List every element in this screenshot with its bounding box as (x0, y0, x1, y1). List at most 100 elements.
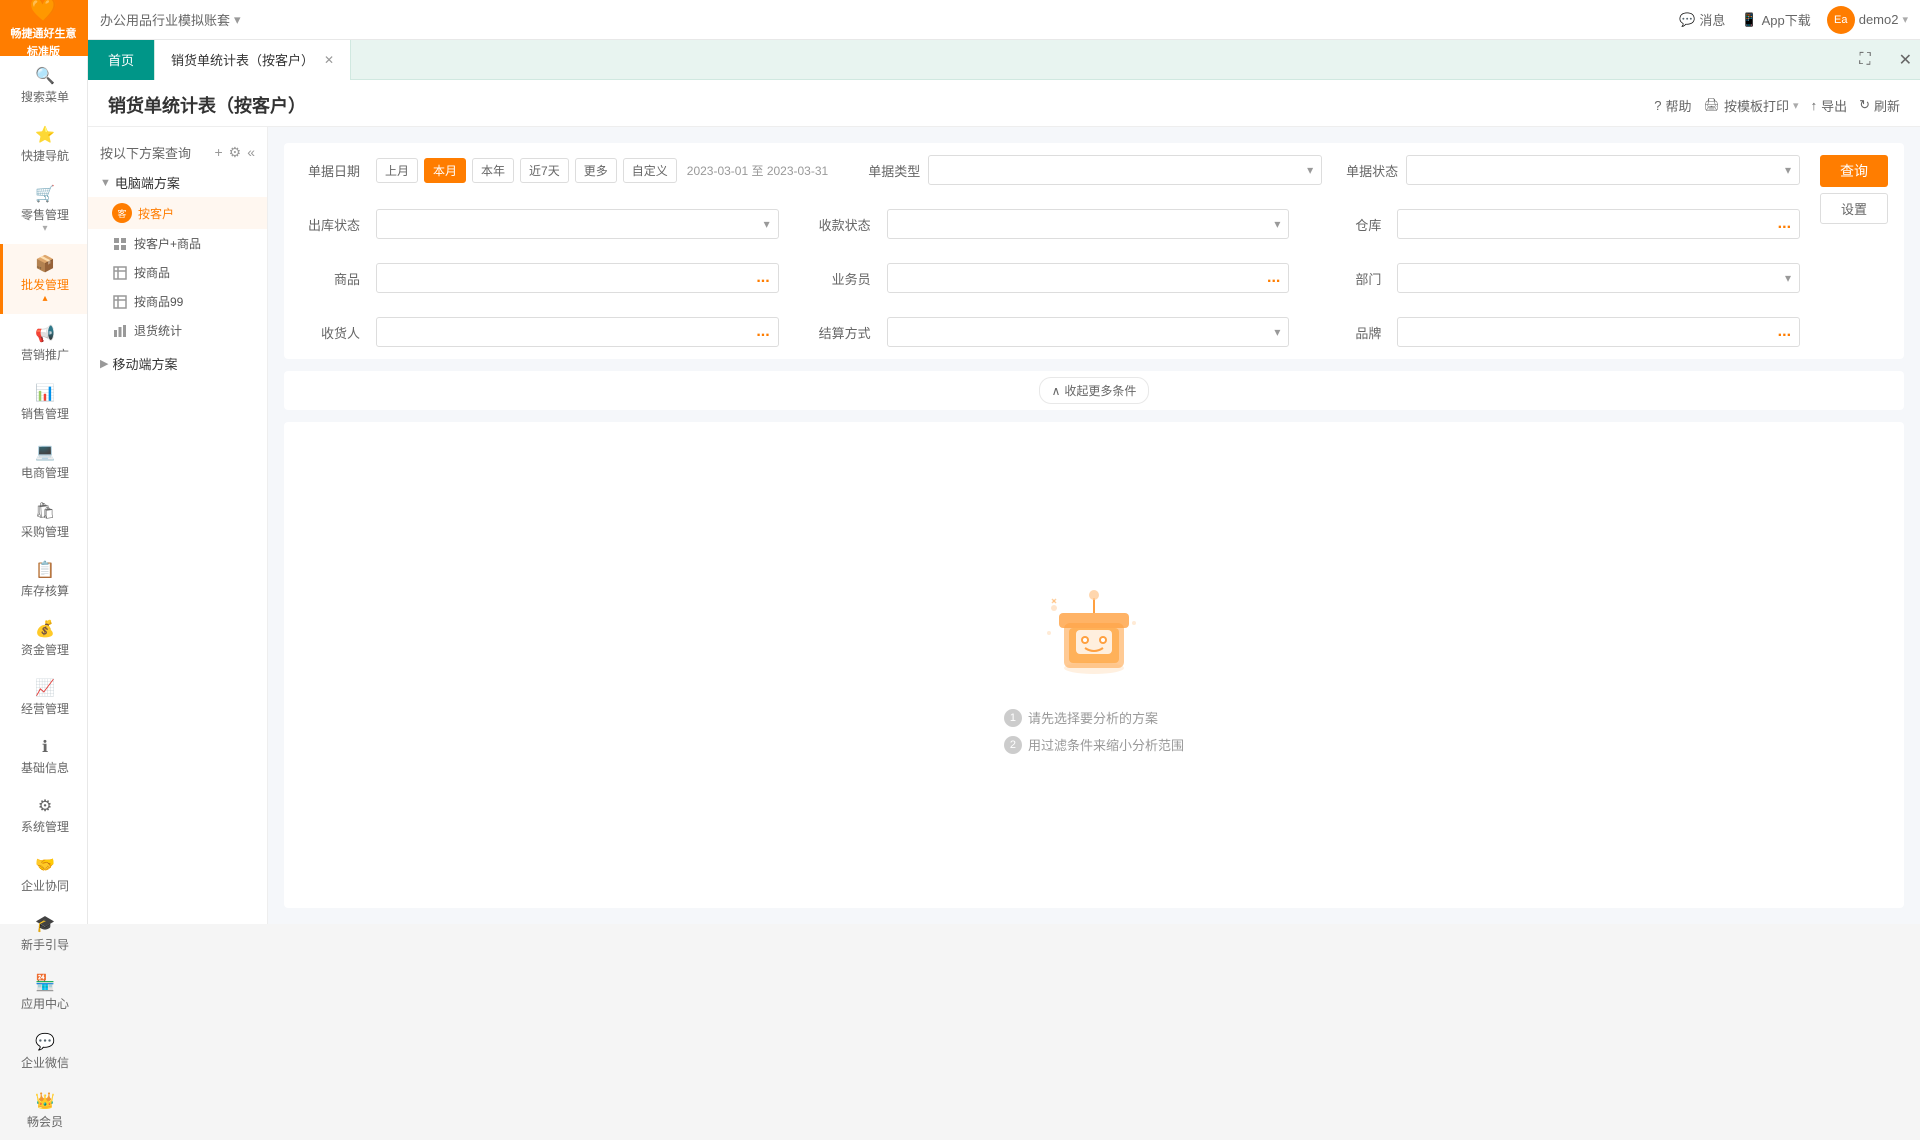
settings-scheme-button[interactable]: ⚙ (229, 144, 242, 161)
user-menu[interactable]: Ea demo2 ▾ (1827, 6, 1908, 34)
collapse-button[interactable]: ∧ 收起更多条件 (1039, 377, 1150, 404)
date-this-month[interactable]: 本月 (424, 158, 466, 183)
sidebar-item-search[interactable]: 🔍 搜索菜单 (0, 56, 87, 115)
out-status-select[interactable]: ▾ (376, 209, 779, 239)
chevron-up-icon: ▴ (7, 293, 83, 304)
collect-status-select[interactable]: ▾ (887, 209, 1290, 239)
sidebar-item-shortcut[interactable]: ⭐ 快捷导航 (0, 115, 87, 174)
help-button[interactable]: ? 帮助 (1654, 96, 1691, 115)
phone-icon: 📱 (1741, 12, 1757, 28)
salesperson-input[interactable]: ... (887, 263, 1290, 293)
date-last-7[interactable]: 近7天 (520, 158, 569, 183)
export-button[interactable]: ↑ 导出 (1811, 96, 1848, 115)
tab-home[interactable]: 首页 (88, 40, 155, 80)
date-this-year[interactable]: 本年 (472, 158, 514, 183)
print-icon: 🖨 (1704, 97, 1721, 113)
sidebar-item-wechat[interactable]: 💬 企业微信 (0, 1022, 87, 1081)
table2-icon (112, 294, 128, 310)
ecommerce-icon: 💻 (7, 442, 83, 462)
sidebar-item-label: 企业协同 (7, 877, 83, 894)
sidebar-item-label: 快捷导航 (7, 147, 83, 164)
recipient-input[interactable]: ... (376, 317, 779, 347)
filter-row-1: 单据日期 上月 本月 本年 近7天 更多 自定义 2023-03-01 至 20 (300, 155, 1800, 185)
account-name: 办公用品行业模拟账套 (100, 10, 230, 29)
goods-input[interactable]: ... (376, 263, 779, 293)
finance-icon: 💰 (7, 619, 83, 639)
message-icon: 💬 (1679, 12, 1695, 28)
sidebar-item-label: 批发管理 (7, 276, 83, 293)
sidebar-item-system[interactable]: ⚙ 系统管理 (0, 786, 87, 845)
sidebar-item-enterprise[interactable]: 🤝 企业协同 (0, 845, 87, 904)
query-button[interactable]: 查询 (1820, 155, 1888, 187)
tab-close-button[interactable]: ✕ (324, 53, 334, 67)
filter-area: 单据日期 上月 本月 本年 近7天 更多 自定义 2023-03-01 至 20 (284, 143, 1904, 359)
doc-type-select[interactable]: ▾ (928, 155, 1322, 185)
sidebar-item-newbie[interactable]: 🎓 新手引导 (0, 904, 87, 963)
sidebar-item-member[interactable]: 👑 畅会员 (0, 1081, 87, 1140)
collapse-row: ∧ 收起更多条件 (284, 371, 1904, 410)
tree-group-desktop-title[interactable]: ▼ 电脑端方案 (88, 168, 267, 197)
sidebar-item-retail[interactable]: 🛒 零售管理 ▾ (0, 174, 87, 244)
doc-status-select[interactable]: ▾ (1406, 155, 1800, 185)
sidebar-item-inventory[interactable]: 📋 库存核算 (0, 550, 87, 609)
wholesale-icon: 📦 (7, 254, 83, 274)
date-more[interactable]: 更多 (575, 158, 617, 183)
date-custom[interactable]: 自定义 (623, 158, 677, 183)
sidebar-item-ecommerce[interactable]: 💻 电商管理 (0, 432, 87, 491)
app-download-button[interactable]: 📱 App下载 (1741, 10, 1810, 29)
operations-icon: 📈 (7, 678, 83, 698)
chevron-down-icon: ▾ (7, 223, 83, 234)
sidebar-item-sales[interactable]: 📊 销售管理 (0, 373, 87, 432)
table-icon (112, 265, 128, 281)
filter-settings-button[interactable]: 设置 (1820, 193, 1888, 224)
sidebar-item-label: 采购管理 (7, 523, 83, 540)
sidebar-item-purchase[interactable]: 🛍 采购管理 (0, 491, 87, 550)
tree-item-by-customer[interactable]: 客 按客户 (88, 197, 267, 229)
wechat-icon: 💬 (7, 1032, 83, 1052)
logo-icon: 🧡 (30, 0, 57, 23)
page-header: 销货单统计表（按客户） ? 帮助 🖨 按模板打印 ▾ ↑ 导出 ↻ 刷新 (88, 80, 1920, 127)
avatar: Ea (1827, 6, 1855, 34)
sidebar-item-appstore[interactable]: 🏪 应用中心 (0, 963, 87, 1022)
system-icon: ⚙ (7, 796, 83, 816)
tree-item-return-stats[interactable]: 退货统计 (88, 316, 267, 345)
sidebar-item-wholesale[interactable]: 📦 批发管理 ▴ (0, 244, 87, 314)
sidebar-item-basic[interactable]: ℹ 基础信息 (0, 727, 87, 786)
tab-sales-stats[interactable]: 销货单统计表（按客户） ✕ (155, 40, 351, 80)
sidebar-item-operations[interactable]: 📈 经营管理 (0, 668, 87, 727)
chevron-down-icon: ▾ (1274, 325, 1280, 339)
chevron-down-icon: ▾ (1307, 163, 1313, 177)
member-icon: 👑 (7, 1091, 83, 1111)
print-button[interactable]: 🖨 按模板打印 ▾ (1704, 96, 1799, 115)
window-close-button[interactable]: ✕ (1891, 50, 1920, 70)
appstore-icon: 🏪 (7, 973, 83, 993)
sidebar-item-label: 销售管理 (7, 405, 83, 422)
message-button[interactable]: 💬 消息 (1679, 10, 1725, 29)
brand-input[interactable]: ... (1397, 317, 1800, 347)
date-last-month[interactable]: 上月 (376, 158, 418, 183)
tree-item-by-goods[interactable]: 按商品 (88, 258, 267, 287)
tree-item-by-goods-99[interactable]: 按商品99 (88, 287, 267, 316)
account-selector[interactable]: 办公用品行业模拟账套 ▾ (100, 10, 241, 29)
date-label: 单据日期 (300, 161, 360, 180)
collapse-panel-button[interactable]: « (247, 144, 255, 161)
add-scheme-button[interactable]: + (214, 144, 222, 161)
refresh-button[interactable]: ↻ 刷新 (1859, 96, 1900, 115)
sidebar-item-marketing[interactable]: 📢 营销推广 (0, 314, 87, 373)
app-name: 畅捷通好生意 (11, 25, 77, 41)
tabbar: 首页 销货单统计表（按客户） ✕ ⛶ ✕ (88, 40, 1920, 80)
filter-row-2: 出库状态 ▾ 收款状态 (300, 209, 1800, 239)
shortcut-icon: ⭐ (7, 125, 83, 145)
dept-select[interactable]: ▾ (1397, 263, 1800, 293)
settlement-select[interactable]: ▾ (887, 317, 1290, 347)
fullscreen-button[interactable]: ⛶ (1847, 51, 1882, 69)
tip-num-2: 2 (1004, 736, 1022, 754)
tree-item-by-customer-goods[interactable]: 按客户+商品 (88, 229, 267, 258)
sidebar-item-finance[interactable]: 💰 资金管理 (0, 609, 87, 668)
warehouse-input[interactable]: ... (1397, 209, 1800, 239)
help-label: 帮助 (1665, 96, 1691, 115)
chevron-down-icon: ▾ (1785, 271, 1791, 285)
tree-group-mobile-title[interactable]: ▶ 移动端方案 (88, 349, 267, 378)
sidebar-item-label: 零售管理 (7, 206, 83, 223)
retail-icon: 🛒 (7, 184, 83, 204)
